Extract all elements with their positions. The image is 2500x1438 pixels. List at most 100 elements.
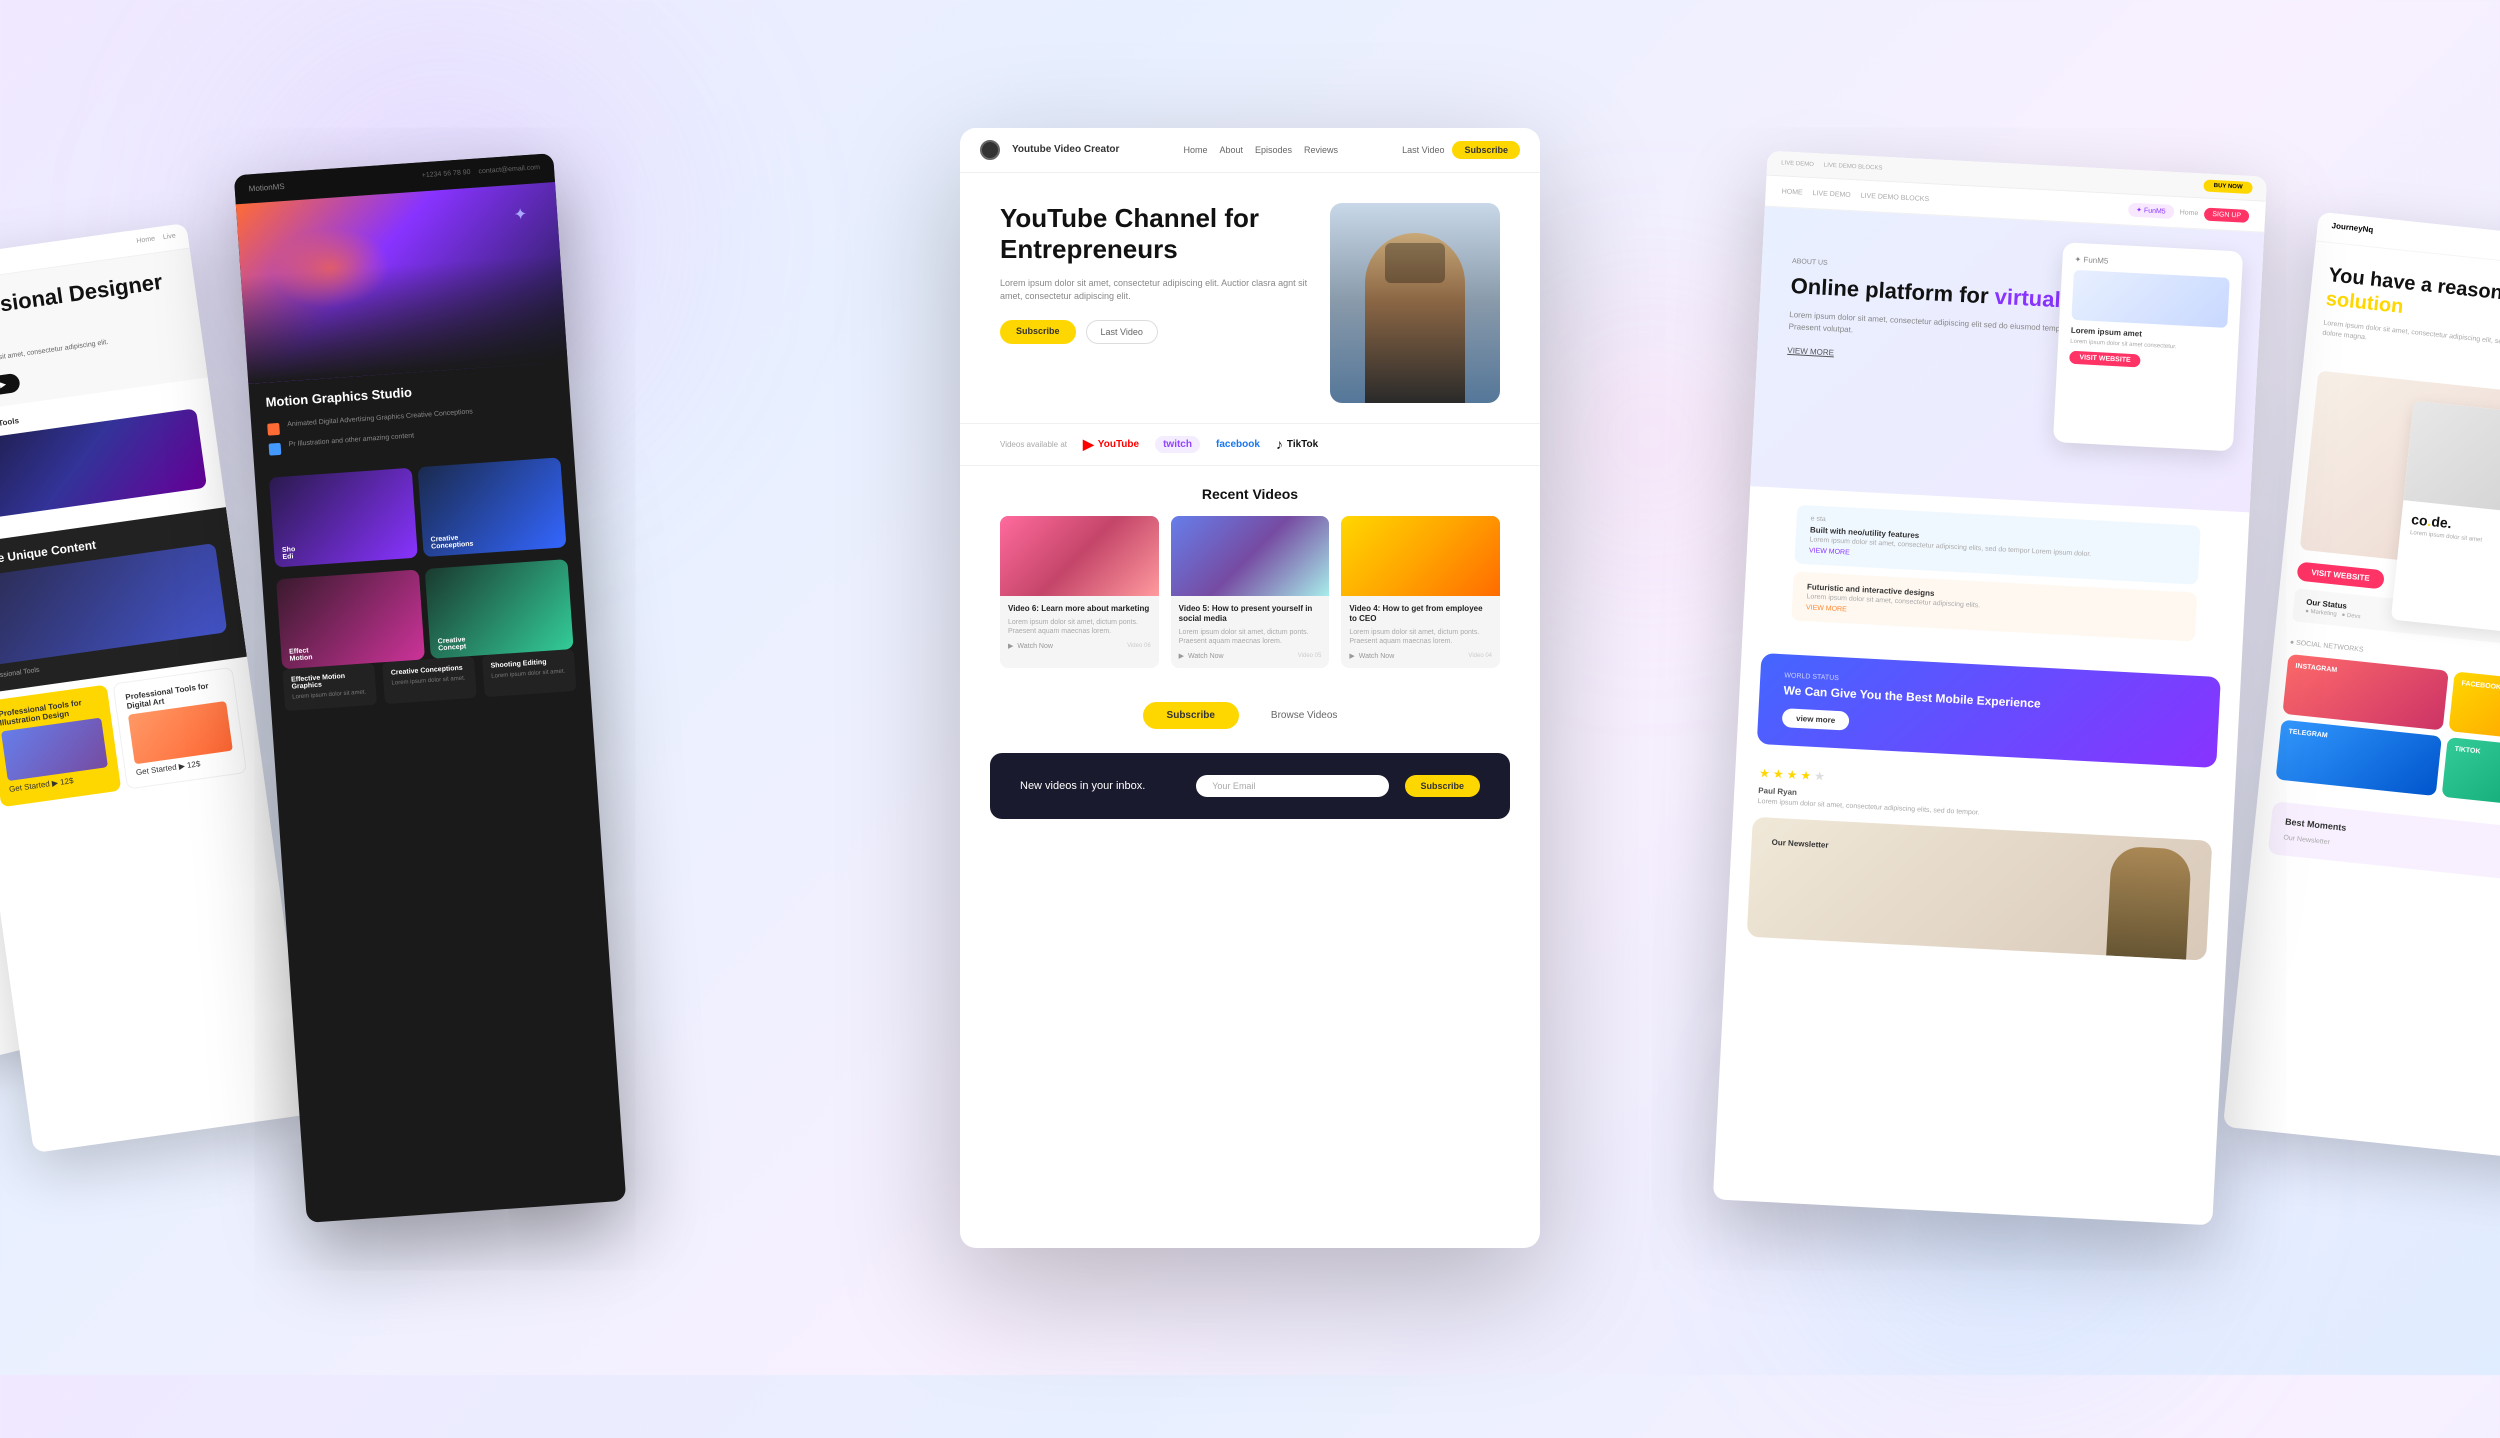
youtube-nav-home[interactable]: Home <box>1183 145 1207 155</box>
youtube-fb-label: facebook <box>1216 439 1260 450</box>
center-youtube-card: Youtube Video Creator Home About Episode… <box>960 128 1540 1248</box>
youtube-main-subscribe-btn[interactable]: Subscribe <box>1143 702 1239 729</box>
youtube-platforms-row: Videos available at ▶ YouTube twitch fac… <box>960 423 1540 466</box>
youtube-hero-last-video-btn[interactable]: Last Video <box>1086 320 1158 344</box>
youtube-twitch-badge: twitch <box>1155 436 1200 453</box>
far-right-visit-btn[interactable]: VISIT WEBSITE <box>2296 561 2384 589</box>
dark-thumb-label-4: CreativeConcept <box>438 636 467 652</box>
star-5-empty: ★ <box>1814 768 1825 783</box>
tool-mini-image-1 <box>1 717 108 781</box>
dark-star-icon: ✦ <box>513 204 528 225</box>
youtube-nav-links: Home About Episodes Reviews <box>1183 145 1338 155</box>
platform-mobile-section: WORLD STATUS We Can Give You the Best Mo… <box>1757 652 2221 767</box>
tool-mini-image-2 <box>128 700 233 763</box>
dark-list-desc-3: Lorem ipsum dolor sit amet. <box>491 668 567 681</box>
youtube-nav: Youtube Video Creator Home About Episode… <box>960 128 1540 173</box>
youtube-nav-about[interactable]: About <box>1219 145 1243 155</box>
star-2: ★ <box>1773 766 1784 781</box>
dark-list-title-3: Shooting Editing <box>490 657 566 669</box>
youtube-tiktok-badge: ♪ TikTok <box>1276 436 1318 452</box>
platform-person-image <box>2106 845 2192 959</box>
video-card-2: Video 5: How to present yourself in soci… <box>1171 516 1330 669</box>
dark-thumb-label-3: EffectMotion <box>289 647 313 663</box>
youtube-twitch-label: twitch <box>1163 439 1192 450</box>
youtube-hero-title: YouTube Channel for Entrepreneurs <box>1000 203 1310 265</box>
tool-get-started-btn[interactable]: Get Started ▶ <box>0 372 21 402</box>
fnm5-cta-btn[interactable]: SIGN UP <box>2204 207 2249 222</box>
video-desc-3: Lorem ipsum dolor sit amet, dictum ponts… <box>1349 628 1492 646</box>
platform-nav-blocks[interactable]: LIVE DEMO BLOCKS <box>1861 192 1930 203</box>
youtube-hero-text: YouTube Channel for Entrepreneurs Lorem … <box>1000 203 1310 344</box>
platform-image-caption: Our Newsletter <box>1771 837 1828 849</box>
video-watch-1[interactable]: ▶ Watch Now Video 06 <box>1008 642 1151 650</box>
platform-link-demo-blocks[interactable]: LIVE DEMO BLOCKS <box>1824 162 1883 171</box>
youtube-nav-brand-row: Youtube Video Creator <box>980 140 1119 160</box>
platform-features: e sta Built with neo/utility features Lo… <box>1742 486 2249 668</box>
tool-nav-home[interactable]: Home <box>136 235 156 247</box>
platform-nav-live[interactable]: LIVE DEMO <box>1812 189 1850 198</box>
video-watch-label-2: Watch Now <box>1188 653 1224 660</box>
youtube-newsletter-btn[interactable]: Subscribe <box>1405 775 1481 797</box>
dark-brand: MotionMS <box>248 181 285 192</box>
youtube-tiktok-icon: ♪ <box>1276 436 1283 452</box>
youtube-videos-grid: Video 6: Learn more about marketing Lore… <box>1000 516 1500 669</box>
youtube-newsletter-input[interactable]: Your Email <box>1196 775 1388 797</box>
star-1: ★ <box>1759 765 1770 780</box>
youtube-yt-icon: ▶ <box>1083 436 1094 453</box>
platform-mobile-cta[interactable]: view more <box>1782 707 1850 729</box>
video-watch-3[interactable]: ▶ Watch Now Video 04 <box>1349 652 1492 660</box>
platform-hero: ABOUT US Online platform for virtual ide… <box>1750 206 2264 512</box>
platform-nav-main: HOME LIVE DEMO LIVE DEMO BLOCKS <box>1782 187 1930 202</box>
far-right-accent: solution <box>2325 287 2405 317</box>
platform-buy-btn[interactable]: BUY NOW <box>2203 179 2252 194</box>
dark-item-text-2: Pr Illustration and other amazing conten… <box>288 431 414 449</box>
youtube-hero-buttons: Subscribe Last Video <box>1000 320 1310 344</box>
youtube-camera-icon <box>1385 243 1445 283</box>
dark-thumb-2: CreativeConceptions <box>418 457 567 557</box>
dark-thumb-1: ShoEdi <box>269 467 418 567</box>
platform-embed-btn[interactable]: VISIT WEBSITE <box>2069 350 2141 367</box>
youtube-nav-right: Last Video Subscribe <box>1402 141 1520 159</box>
dark-item-color-1 <box>267 422 280 435</box>
dark-thumb-3: EffectMotion <box>276 569 425 669</box>
video-title-3: Video 4: How to get from employee to CEO <box>1349 604 1492 625</box>
tool-image-row <box>0 407 207 521</box>
dark-subgrid: ShoEdi CreativeConceptions EffectMotion … <box>255 456 588 670</box>
dark-list-title-1: Effective Motion Graphics <box>291 671 368 690</box>
tool-nav-links: Home Live <box>136 232 176 246</box>
dark-list-desc-2: Lorem ipsum dolor sit amet. <box>391 675 467 688</box>
video-title-1: Video 6: Learn more about marketing <box>1008 604 1151 614</box>
platform-card: LIVE DEMO LIVE DEMO BLOCKS BUY NOW HOME … <box>1713 150 2267 1225</box>
video-desc-1: Lorem ipsum dolor sit amet, dictum ponts… <box>1008 618 1151 636</box>
youtube-nav-reviews[interactable]: Reviews <box>1304 145 1338 155</box>
youtube-nav-episodes[interactable]: Episodes <box>1255 145 1292 155</box>
far-right-card: JourneyNq LIVE DEMO LIVE DEMO BLOCKS BUY… <box>2223 211 2500 1164</box>
far-right-brand: JourneyNq <box>2331 221 2374 238</box>
dark-thumb-label-2: CreativeConceptions <box>430 533 473 550</box>
social-instagram: INSTAGRAM <box>2282 653 2448 730</box>
social-tiktok: TIKTOK <box>2442 736 2500 813</box>
tool-create: Create Unique Content Professional Tools <box>0 506 247 694</box>
youtube-subscribe-btn[interactable]: Subscribe <box>1452 141 1520 159</box>
youtube-browse-btn[interactable]: Browse Videos <box>1251 702 1358 729</box>
video-number-3: Video 04 <box>1468 653 1492 659</box>
tool-nav-live[interactable]: Live <box>163 232 177 243</box>
dark-hero-image: ✦ <box>236 182 568 384</box>
dark-hero-glow <box>268 223 393 311</box>
video-title-2: Video 5: How to present yourself in soci… <box>1179 604 1322 625</box>
video-info-2: Video 5: How to present yourself in soci… <box>1171 596 1330 669</box>
youtube-last-video-link[interactable]: Last Video <box>1402 145 1444 155</box>
tool-mini-card-2: Professional Tools for Digital Art Get S… <box>112 666 247 789</box>
youtube-hero-subscribe-btn[interactable]: Subscribe <box>1000 320 1076 344</box>
youtube-recent-videos: Recent Videos Video 6: Learn more about … <box>960 466 1540 689</box>
dark-items-list: Animated Digital Advertising Graphics Cr… <box>267 401 557 455</box>
social-facebook: FACEBOOK <box>2449 671 2500 748</box>
platform-link-live[interactable]: LIVE DEMO <box>1781 160 1814 168</box>
platform-feature-1: e sta Built with neo/utility features Lo… <box>1794 504 2201 584</box>
social-facebook-label: FACEBOOK <box>2452 671 2500 711</box>
platform-nav-home[interactable]: HOME <box>1782 187 1803 195</box>
platform-nav-about-link[interactable]: Home <box>2179 208 2198 216</box>
youtube-fb-badge: facebook <box>1216 439 1260 450</box>
video-info-3: Video 4: How to get from employee to CEO… <box>1341 596 1500 669</box>
video-watch-2[interactable]: ▶ Watch Now Video 05 <box>1179 652 1322 660</box>
